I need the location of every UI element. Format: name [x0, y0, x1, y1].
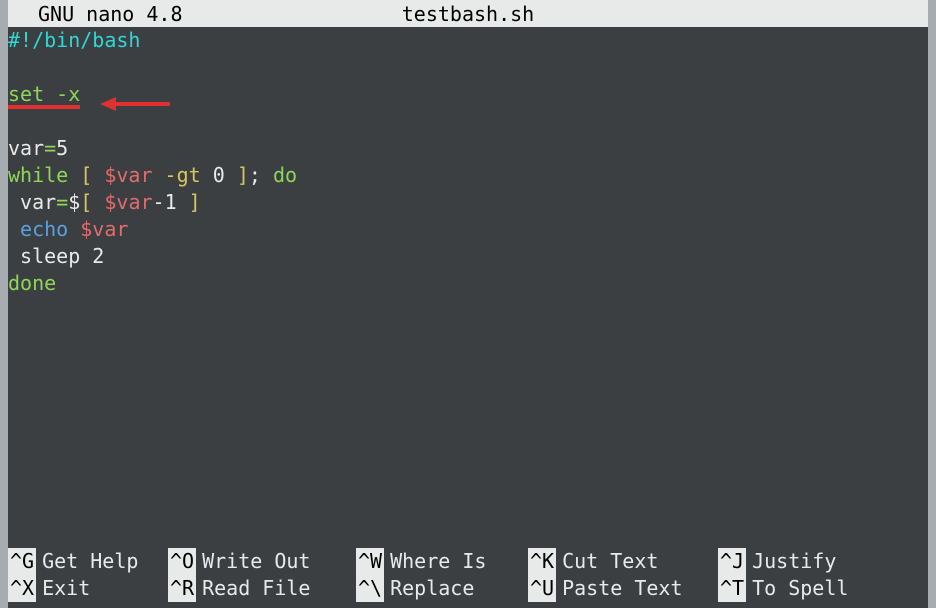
code-token: 0	[213, 163, 225, 187]
code-token: echo	[20, 217, 68, 241]
code-token: [	[80, 190, 104, 214]
code-line: #!/bin/bash	[8, 27, 928, 54]
shortcut-label: Read File	[202, 575, 310, 602]
shortcut-key: ^W	[356, 548, 384, 575]
code-token	[8, 217, 20, 241]
shortcut-label: Replace	[390, 575, 474, 602]
code-token: while	[8, 163, 68, 187]
code-token: var	[8, 136, 44, 160]
shortcut-write-out[interactable]: ^OWrite Out	[168, 548, 356, 575]
shortcut-paste-text[interactable]: ^UPaste Text	[528, 575, 718, 602]
shortcut-key: ^\	[356, 575, 384, 602]
shortcut-where-is[interactable]: ^WWhere Is	[356, 548, 528, 575]
shortcut-label: Where Is	[390, 548, 486, 575]
code-token: ]	[225, 163, 249, 187]
code-token: ;	[249, 163, 273, 187]
code-token	[68, 217, 80, 241]
code-line: while [ $var -gt 0 ]; do	[8, 162, 928, 189]
code-token: -1	[153, 190, 177, 214]
code-token: /bin/bash	[32, 28, 140, 52]
shortcut-justify[interactable]: ^JJustify	[718, 548, 898, 575]
nano-editor-window: { "title": { "app": "GNU nano 4.8", "fil…	[0, 0, 936, 608]
code-line: set -x	[8, 81, 928, 108]
code-token: var	[8, 190, 56, 214]
shortcut-exit[interactable]: ^XExit	[8, 575, 168, 602]
code-line	[8, 108, 928, 135]
code-token: done	[8, 271, 56, 295]
code-line: done	[8, 270, 928, 297]
shortcut-label: Write Out	[202, 548, 310, 575]
window-frame-left	[0, 0, 8, 608]
code-token: 5	[56, 136, 68, 160]
code-line: var=5	[8, 135, 928, 162]
code-token: =	[56, 190, 68, 214]
editor-textarea[interactable]: #!/bin/bashset -xvar=5while [ $var -gt 0…	[8, 27, 928, 550]
shortcut-label: Exit	[42, 575, 90, 602]
shortcut-replace[interactable]: ^\Replace	[356, 575, 528, 602]
code-line: sleep 2	[8, 243, 928, 270]
code-token: #!	[8, 28, 32, 52]
shortcut-row: ^GGet Help^OWrite Out^WWhere Is^KCut Tex…	[8, 548, 928, 575]
code-token: $var	[104, 190, 152, 214]
shortcut-cut-text[interactable]: ^KCut Text	[528, 548, 718, 575]
code-line: echo $var	[8, 216, 928, 243]
titlebar: GNU nano 4.8 testbash.sh	[8, 0, 928, 27]
shortcut-key: ^G	[8, 548, 36, 575]
code-token: sleep 2	[8, 244, 104, 268]
shortcut-bar: ^GGet Help^OWrite Out^WWhere Is^KCut Tex…	[8, 548, 928, 602]
window-frame-right	[928, 0, 936, 608]
shortcut-key: ^U	[528, 575, 556, 602]
file-name: testbash.sh	[8, 2, 928, 26]
shortcut-key: ^O	[168, 548, 196, 575]
shortcut-label: Get Help	[42, 548, 138, 575]
code-token: -gt	[153, 163, 213, 187]
shortcut-label: Cut Text	[562, 548, 658, 575]
code-line: var=$[ $var-1 ]	[8, 189, 928, 216]
shortcut-row: ^XExit^RRead File^\Replace^UPaste Text^T…	[8, 575, 928, 602]
code-token: do	[273, 163, 297, 187]
code-token: $var	[104, 163, 152, 187]
code-token: [	[68, 163, 104, 187]
shortcut-label: Justify	[752, 548, 836, 575]
shortcut-get-help[interactable]: ^GGet Help	[8, 548, 168, 575]
shortcut-key: ^T	[718, 575, 746, 602]
shortcut-label: Paste Text	[562, 575, 682, 602]
shortcut-key: ^K	[528, 548, 556, 575]
code-token: =	[44, 136, 56, 160]
code-token: set -x	[8, 83, 80, 109]
shortcut-to-spell[interactable]: ^TTo Spell	[718, 575, 898, 602]
code-token: $var	[80, 217, 128, 241]
shortcut-key: ^X	[8, 575, 36, 602]
shortcut-key: ^J	[718, 548, 746, 575]
code-line	[8, 54, 928, 81]
code-token: $	[68, 190, 80, 214]
shortcut-key: ^R	[168, 575, 196, 602]
code-token: ]	[177, 190, 201, 214]
shortcut-label: To Spell	[752, 575, 848, 602]
shortcut-read-file[interactable]: ^RRead File	[168, 575, 356, 602]
